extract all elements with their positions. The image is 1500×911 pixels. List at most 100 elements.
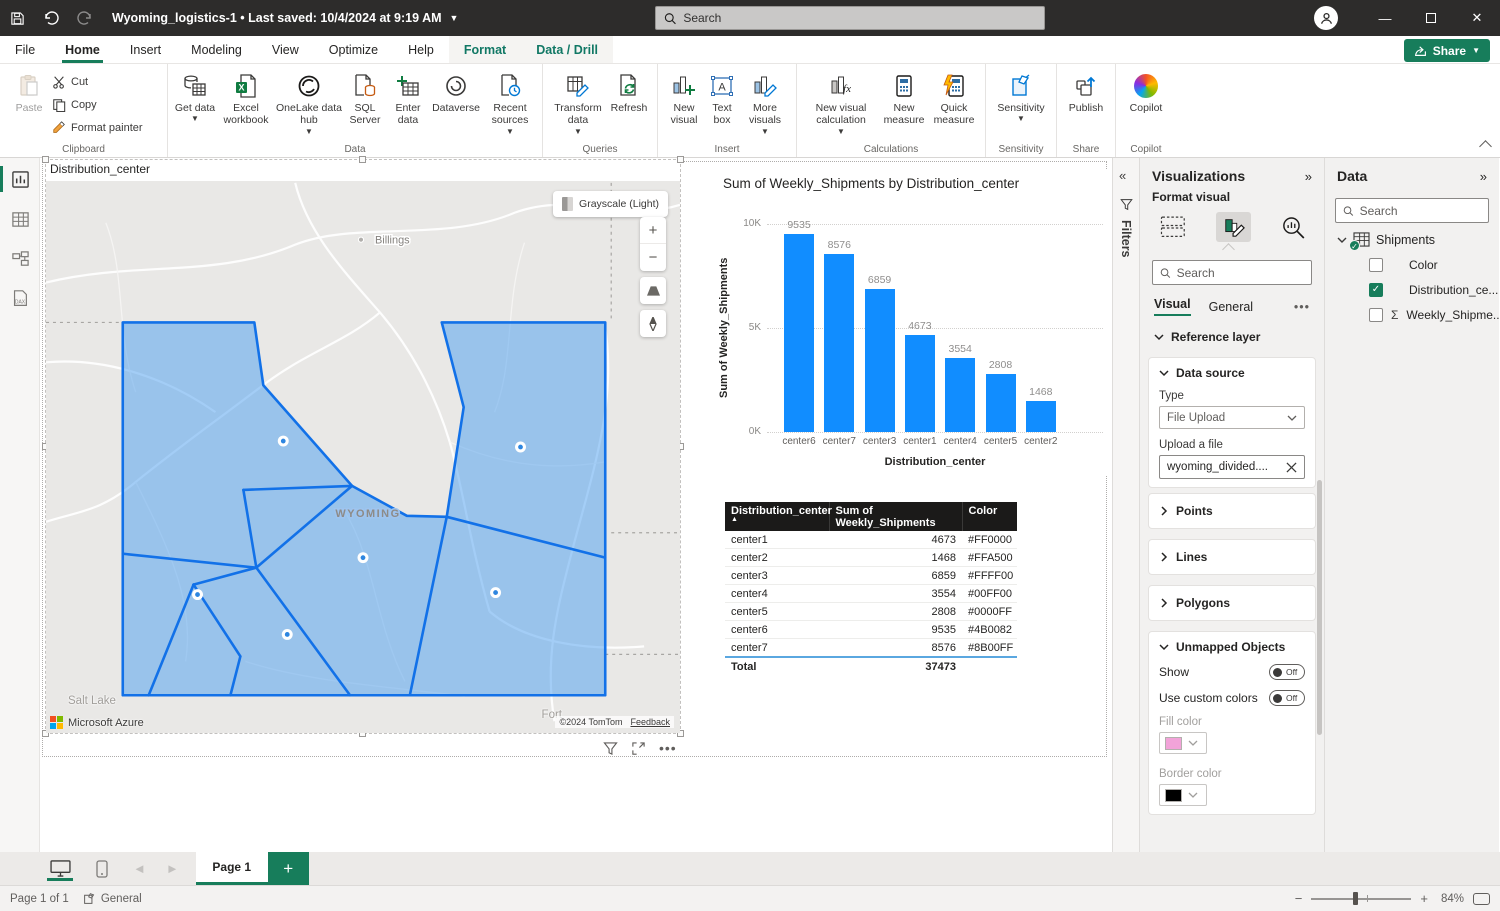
report-view-icon[interactable] [9, 168, 31, 190]
tab-file[interactable]: File [0, 36, 50, 63]
search-input[interactable] [683, 11, 1036, 25]
bar-chart-visual[interactable]: Sum of Weekly_Shipments by Distribution_… [710, 170, 1108, 475]
table-row[interactable]: center36859#FFFF00 [725, 567, 1017, 585]
zoom-slider[interactable] [1311, 898, 1411, 900]
filter-icon[interactable] [603, 741, 618, 756]
data-source-expander[interactable]: Data source [1159, 366, 1305, 380]
table-view-icon[interactable] [9, 208, 31, 230]
color-checkbox[interactable] [1369, 258, 1383, 272]
upload-file-input[interactable] [1167, 461, 1277, 473]
format-search-input[interactable] [1177, 266, 1304, 280]
table-row[interactable]: center52808#0000FF [725, 603, 1017, 621]
copy-button[interactable]: Copy [52, 95, 143, 115]
sensitivity-badge[interactable]: General [101, 893, 142, 905]
publish-button[interactable]: Publish [1063, 68, 1109, 114]
col-header-color[interactable]: Color [962, 502, 1017, 531]
resize-handle[interactable] [677, 156, 684, 163]
excel-workbook-button[interactable]: X Excel workbook [216, 68, 276, 127]
dataverse-button[interactable]: Dataverse [428, 68, 484, 114]
bar-center2[interactable] [1026, 401, 1056, 432]
bar-center5[interactable] [986, 374, 1016, 432]
points-card[interactable]: Points [1148, 493, 1316, 529]
title-dropdown-icon[interactable]: ▼ [450, 13, 459, 23]
filters-pane-label[interactable]: Filters [1119, 220, 1133, 258]
polygons-card[interactable]: Polygons [1148, 585, 1316, 621]
zoom-slider-thumb[interactable] [1353, 892, 1358, 905]
resize-handle[interactable] [359, 156, 366, 163]
desktop-layout-icon[interactable] [46, 852, 74, 885]
enter-data-button[interactable]: Enter data [388, 68, 428, 127]
resize-handle[interactable] [42, 156, 49, 163]
tab-insert[interactable]: Insert [115, 36, 176, 63]
tab-home[interactable]: Home [50, 36, 115, 63]
add-page-button[interactable]: + [268, 852, 309, 885]
recent-sources-button[interactable]: Recent sources▼ [484, 68, 536, 136]
close-button[interactable]: ✕ [1454, 0, 1500, 36]
format-painter-button[interactable]: Format painter [52, 118, 143, 138]
save-icon[interactable] [0, 0, 34, 36]
map-visual[interactable]: Distribution_center [45, 159, 681, 734]
bar-center4[interactable] [945, 358, 975, 432]
lines-card[interactable]: Lines [1148, 539, 1316, 575]
tab-modeling[interactable]: Modeling [176, 36, 257, 63]
pitch-button[interactable] [640, 277, 666, 304]
table-row[interactable]: center78576#8B00FF [725, 639, 1017, 658]
tab-view[interactable]: View [257, 36, 314, 63]
weekly-shipments-checkbox[interactable] [1369, 308, 1383, 322]
share-button[interactable]: Share ▼ [1404, 39, 1490, 62]
refresh-button[interactable]: Refresh [607, 68, 651, 114]
report-canvas[interactable]: Distribution_center [40, 158, 1112, 852]
next-page-icon[interactable]: ► [163, 861, 182, 876]
reference-layer-expander[interactable]: Reference layer [1140, 322, 1324, 352]
clear-icon[interactable] [1286, 462, 1297, 473]
collapse-visualizations-icon[interactable]: » [1305, 169, 1312, 184]
compass-button[interactable] [640, 310, 666, 337]
copilot-button[interactable]: Copilot [1122, 68, 1170, 114]
analytics-pane-icon[interactable] [1281, 215, 1306, 240]
col-header-sum-weekly-shipments[interactable]: Sum of Weekly_Shipments [829, 502, 962, 531]
get-data-button[interactable]: Get data▼ [174, 68, 216, 124]
more-options-icon[interactable]: ••• [659, 740, 677, 756]
previous-page-icon[interactable]: ◄ [130, 861, 149, 876]
tab-visual[interactable]: Visual [1154, 297, 1191, 316]
table-node-shipments[interactable]: ✓ Shipments [1325, 227, 1499, 252]
tab-format[interactable]: Format [449, 36, 521, 63]
maximize-button[interactable] [1408, 0, 1454, 36]
quick-measure-button[interactable]: Quick measure [929, 68, 979, 127]
border-color-dropdown[interactable] [1159, 784, 1207, 806]
model-view-icon[interactable] [9, 248, 31, 270]
bar-center6[interactable] [784, 234, 814, 432]
table-row[interactable]: center43554#00FF00 [725, 585, 1017, 603]
focus-mode-icon[interactable] [631, 741, 646, 756]
tab-data-drill[interactable]: Data / Drill [521, 36, 613, 63]
document-title[interactable]: Wyoming_logistics-1 • Last saved: 10/4/2… [112, 11, 458, 25]
field-weekly-shipments[interactable]: Σ Weekly_Shipme... [1325, 302, 1499, 327]
field-distribution-center[interactable]: ✓ Distribution_ce... [1325, 277, 1499, 302]
new-visual-button[interactable]: New visual [664, 68, 704, 127]
map-canvas[interactable]: Billings WYOMING Grayscale (Light) + − [46, 181, 680, 733]
unmapped-objects-expander[interactable]: Unmapped Objects [1159, 640, 1305, 654]
table-row[interactable]: center21468#FFA500 [725, 549, 1017, 567]
onelake-data-hub-button[interactable]: OneLake data hub▼ [276, 68, 342, 136]
field-color[interactable]: Color [1325, 252, 1499, 277]
account-avatar[interactable] [1314, 6, 1338, 30]
zoom-out-control[interactable]: − [1295, 891, 1303, 906]
redo-icon[interactable] [68, 0, 102, 36]
zoom-in-control[interactable]: + [1420, 891, 1428, 906]
fill-color-dropdown[interactable] [1159, 732, 1207, 754]
zoom-in-button[interactable]: + [640, 217, 666, 244]
use-custom-colors-toggle[interactable]: Off [1269, 690, 1305, 706]
undo-icon[interactable] [34, 0, 68, 36]
global-search[interactable] [655, 6, 1045, 30]
data-search-input[interactable] [1360, 204, 1481, 218]
type-dropdown[interactable]: File Upload [1159, 406, 1305, 429]
format-search-box[interactable] [1152, 260, 1312, 285]
mobile-layout-icon[interactable] [88, 852, 116, 885]
sensitivity-button[interactable]: Sensitivity▼ [992, 68, 1050, 124]
show-toggle[interactable]: Off [1269, 664, 1305, 680]
data-search-box[interactable] [1335, 198, 1489, 223]
dax-query-view-icon[interactable]: DAX [9, 288, 31, 310]
upload-file-field[interactable] [1159, 455, 1305, 479]
bar-center3[interactable] [865, 289, 895, 432]
fit-to-page-icon[interactable] [1473, 893, 1490, 905]
